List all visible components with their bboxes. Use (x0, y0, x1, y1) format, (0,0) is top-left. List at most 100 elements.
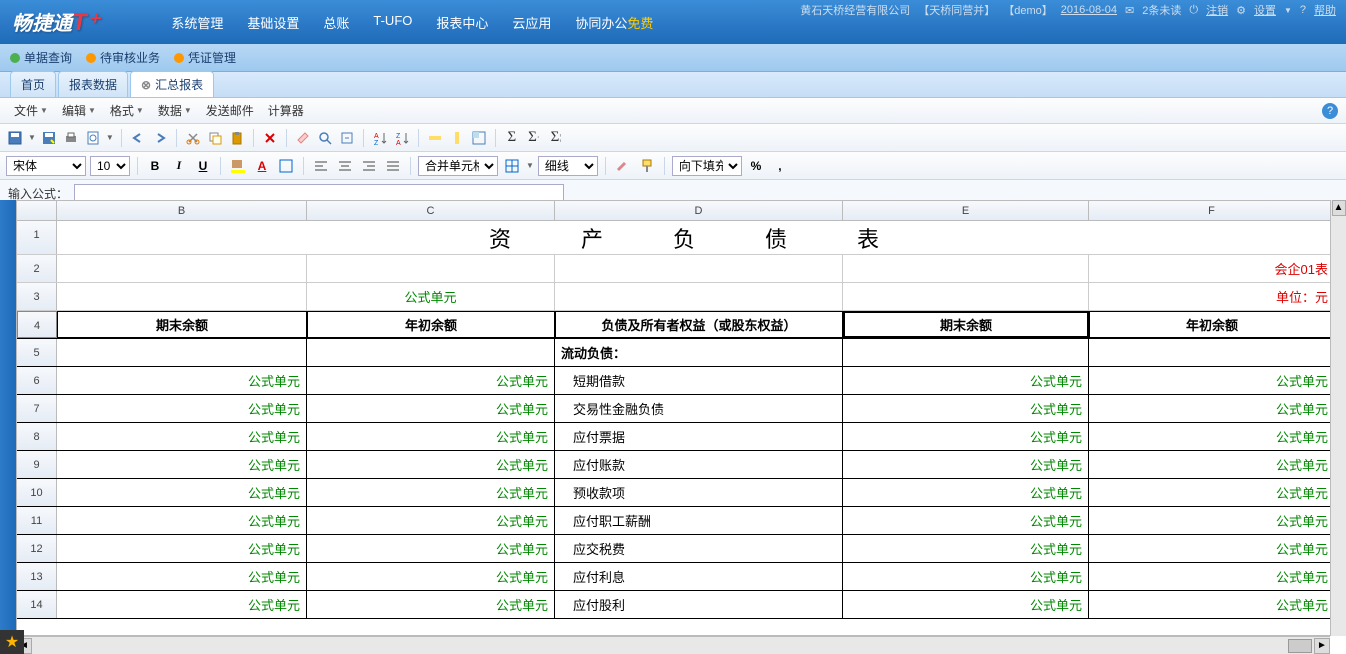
horizontal-scrollbar[interactable]: ◄ ► (16, 636, 1330, 654)
cell[interactable]: 应付票据 (555, 423, 843, 450)
cell[interactable] (555, 255, 843, 282)
cell[interactable] (1089, 339, 1335, 366)
help-button[interactable]: ? (1322, 103, 1338, 119)
cell[interactable]: 公式单元 (57, 591, 307, 618)
cell[interactable]: 应付股利 (555, 591, 843, 618)
row-header[interactable]: 11 (17, 507, 57, 534)
row-header[interactable]: 14 (17, 591, 57, 618)
row-header[interactable]: 8 (17, 423, 57, 450)
row-header[interactable]: 6 (17, 367, 57, 394)
sort-asc-icon[interactable]: AZ (371, 129, 389, 147)
date-link[interactable]: 2016-08-04 (1061, 4, 1117, 16)
cell[interactable]: 公式单元 (307, 283, 555, 310)
copy-icon[interactable] (206, 129, 224, 147)
row-header[interactable]: 9 (17, 451, 57, 478)
cell[interactable]: 公式单元 (57, 395, 307, 422)
header-cell[interactable]: 期末余额 (57, 311, 307, 338)
insert-col-icon[interactable] (448, 129, 466, 147)
cell[interactable] (57, 339, 307, 366)
row-header[interactable]: 3 (17, 283, 57, 310)
select-all-corner[interactable] (17, 201, 57, 220)
cell[interactable]: 公式单元 (57, 507, 307, 534)
delete-icon[interactable] (261, 129, 279, 147)
cell[interactable]: 流动负债： (555, 339, 843, 366)
fill-direction-select[interactable]: 向下填充 (672, 156, 742, 176)
menu-tufo[interactable]: T-UFO (373, 13, 412, 32)
tab-home[interactable]: 首页 (10, 71, 56, 97)
cell[interactable]: 公式单元 (57, 563, 307, 590)
cell[interactable]: 公式单元 (843, 423, 1089, 450)
menu-basic[interactable]: 基础设置 (247, 13, 299, 32)
tab-summary-report[interactable]: ⊗ 汇总报表 (130, 71, 214, 97)
vertical-scrollbar[interactable]: ▲ (1330, 200, 1346, 636)
tab-report-data[interactable]: 报表数据 (58, 71, 128, 97)
col-header-b[interactable]: B (57, 201, 307, 220)
cell[interactable] (57, 283, 307, 310)
cell[interactable]: 公式单元 (843, 563, 1089, 590)
border-button[interactable] (276, 156, 296, 176)
cell[interactable] (843, 283, 1089, 310)
menu-report-center[interactable]: 报表中心 (436, 13, 488, 32)
cell[interactable]: 公式单元 (1089, 367, 1335, 394)
cell[interactable]: 公式单元 (307, 535, 555, 562)
eraser-icon[interactable] (294, 129, 312, 147)
merge-select[interactable]: 合并单元格 (418, 156, 498, 176)
cut-icon[interactable] (184, 129, 202, 147)
save-icon[interactable] (6, 129, 24, 147)
row-header[interactable]: 7 (17, 395, 57, 422)
cell[interactable]: 公式单元 (843, 479, 1089, 506)
font-color-button[interactable]: A (252, 156, 272, 176)
cell[interactable] (843, 255, 1089, 282)
cell[interactable] (555, 283, 843, 310)
freeze-icon[interactable] (470, 129, 488, 147)
row-header[interactable]: 5 (17, 339, 57, 366)
comma-button[interactable]: , (770, 156, 790, 176)
menu-file[interactable]: 文件▼ (8, 99, 54, 122)
fill-color-button[interactable] (228, 156, 248, 176)
mail-icon[interactable]: ✉ (1125, 4, 1134, 17)
saveas-icon[interactable] (40, 129, 58, 147)
cell[interactable]: 公式单元 (843, 451, 1089, 478)
cell[interactable]: 应付账款 (555, 451, 843, 478)
cell[interactable] (307, 255, 555, 282)
cell[interactable]: 公式单元 (57, 423, 307, 450)
sum3-icon[interactable]: Σ¦ (547, 129, 565, 147)
italic-button[interactable]: I (169, 156, 189, 176)
cell[interactable]: 短期借款 (555, 367, 843, 394)
cell[interactable]: 公式单元 (57, 535, 307, 562)
cell[interactable]: 公式单元 (307, 423, 555, 450)
cell[interactable] (307, 339, 555, 366)
cell[interactable]: 公式单元 (57, 367, 307, 394)
align-left-button[interactable] (311, 156, 331, 176)
title-cell[interactable]: 资 产 负 债 表 (57, 221, 1335, 254)
menu-system[interactable]: 系统管理 (171, 13, 223, 32)
menu-collab[interactable]: 协同办公 (575, 16, 627, 31)
bold-button[interactable]: B (145, 156, 165, 176)
cell[interactable]: 公式单元 (1089, 563, 1335, 590)
unread-count[interactable]: 2条未读 (1142, 2, 1181, 18)
cell[interactable]: 预收款项 (555, 479, 843, 506)
cell[interactable]: 公式单元 (307, 451, 555, 478)
underline-button[interactable]: U (193, 156, 213, 176)
cell[interactable]: 公式单元 (57, 451, 307, 478)
size-select[interactable]: 10 (90, 156, 130, 176)
menu-mail[interactable]: 发送邮件 (200, 99, 260, 122)
find-icon[interactable] (316, 129, 334, 147)
menu-cloud[interactable]: 云应用 (512, 13, 551, 32)
sum2-icon[interactable]: Σ· (525, 129, 543, 147)
row-header[interactable]: 12 (17, 535, 57, 562)
border-style-select[interactable]: 细线 (538, 156, 598, 176)
menu-ledger[interactable]: 总账 (323, 13, 349, 32)
col-header-c[interactable]: C (307, 201, 555, 220)
cell[interactable]: 公式单元 (1089, 423, 1335, 450)
cell[interactable]: 公式单元 (843, 535, 1089, 562)
menu-data[interactable]: 数据▼ (152, 99, 198, 122)
cell[interactable]: 公式单元 (307, 563, 555, 590)
col-header-e[interactable]: E (843, 201, 1089, 220)
header-cell[interactable]: 年初余额 (1089, 311, 1335, 338)
cell[interactable]: 单位：元 (1089, 283, 1335, 310)
cell[interactable]: 公式单元 (307, 367, 555, 394)
row-header[interactable]: 4 (17, 311, 57, 338)
cell[interactable]: 应付利息 (555, 563, 843, 590)
settings-link[interactable]: 设置 (1254, 2, 1276, 18)
